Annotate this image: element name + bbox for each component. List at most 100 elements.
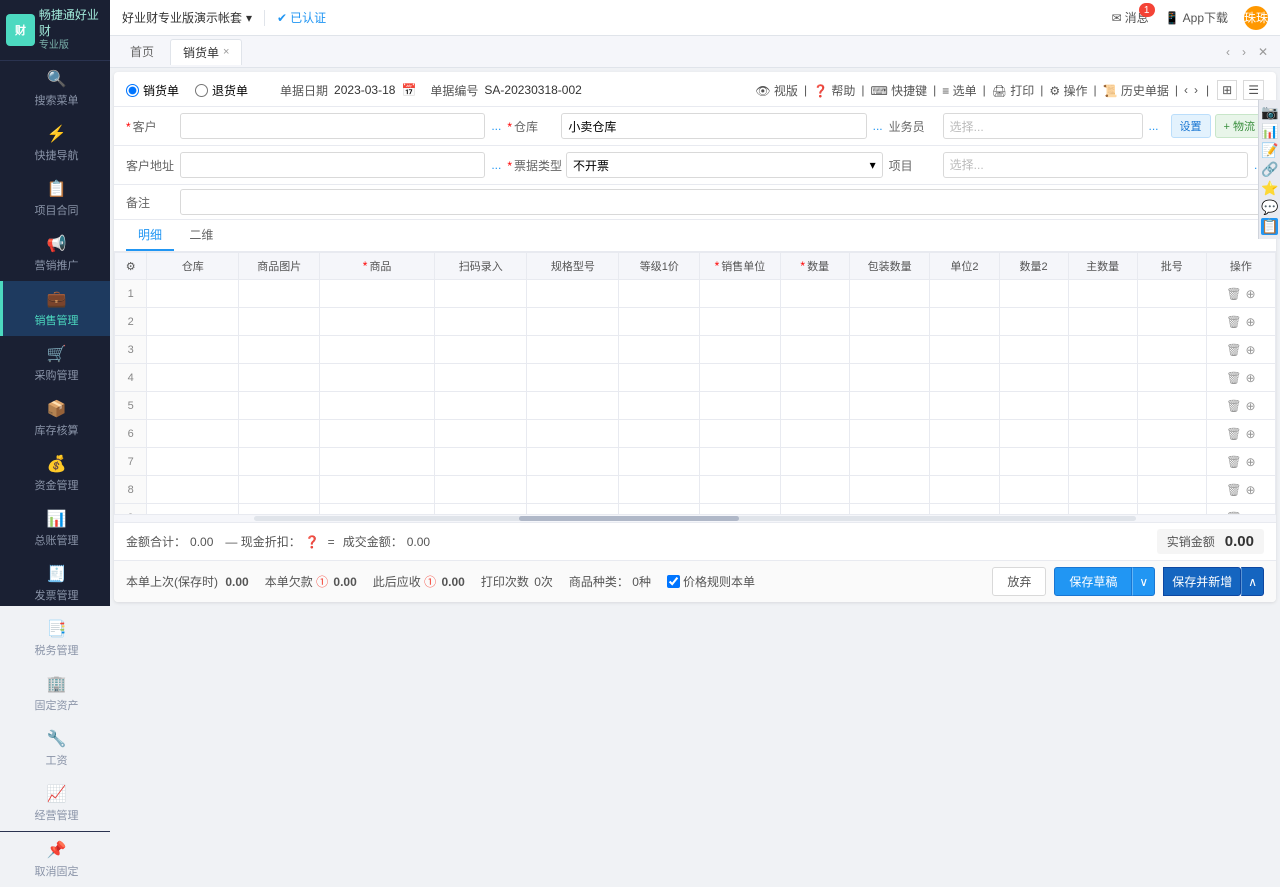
copy-row-btn[interactable]: ⊕ — [1245, 315, 1255, 329]
th-batch: 批号 — [1137, 253, 1206, 280]
radio-sale[interactable]: 销货单 — [126, 82, 179, 99]
warehouse-input[interactable]: 小卖仓库 — [561, 113, 866, 139]
remark-input[interactable] — [180, 189, 1264, 215]
sidebar-item-invoice[interactable]: 🧾 发票管理 — [0, 556, 110, 611]
right-icon-5[interactable]: ⭐ — [1261, 180, 1278, 197]
copy-row-btn[interactable]: ⊕ — [1245, 483, 1255, 497]
sidebar-item-inventory[interactable]: 📦 库存核算 — [0, 391, 110, 446]
topbar-right: ✉ 1 消息 📱 App下载 珠珠 — [1112, 6, 1268, 30]
tab-close-btn[interactable]: × — [223, 46, 229, 58]
print-count-label: 打印次数 0次 — [481, 573, 553, 590]
tab-next-btn[interactable]: › — [1238, 43, 1250, 61]
right-icon-active[interactable]: 📋 — [1261, 218, 1278, 235]
copy-row-btn[interactable]: ⊕ — [1245, 287, 1255, 301]
company-name: 好业财专业版演示帐套 — [122, 9, 242, 26]
sidebar-item-tax[interactable]: 📑 税务管理 — [0, 611, 110, 666]
right-icon-6[interactable]: 💬 — [1261, 199, 1278, 216]
right-icon-1[interactable]: 📷 — [1261, 104, 1278, 121]
tab-home[interactable]: 首页 — [118, 39, 166, 64]
th-settings[interactable]: ⚙ — [115, 253, 147, 280]
save-draft-btn[interactable]: 保存草稿 — [1054, 567, 1132, 596]
sidebar-item-finance[interactable]: 💰 资金管理 — [0, 446, 110, 501]
history-btn[interactable]: 📜 历史单据 — [1103, 82, 1169, 99]
sidebar-item-marketing[interactable]: 📢 营销推广 — [0, 226, 110, 281]
set-btn[interactable]: 设置 — [1171, 114, 1211, 138]
delete-row-btn[interactable]: 🗑 — [1226, 455, 1241, 469]
sidebar-item-management[interactable]: 📈 经营管理 — [0, 776, 110, 831]
calendar-icon[interactable]: 📅 — [401, 83, 416, 97]
view-btn[interactable]: 👁 视版 — [755, 82, 798, 99]
warehouse-ellipsis-btn[interactable]: ... — [873, 119, 883, 133]
save-new-btn[interactable]: 保存并新增 — [1163, 567, 1241, 596]
delete-row-btn[interactable]: 🗑 — [1226, 315, 1241, 329]
invoice-select[interactable]: 不开票 ▾ — [566, 152, 883, 178]
right-icon-2[interactable]: 📊 — [1261, 123, 1278, 140]
message-btn[interactable]: ✉ 1 消息 — [1112, 9, 1149, 26]
sidebar-item-payroll[interactable]: 🔧 工资 — [0, 721, 110, 776]
tab-prev-btn[interactable]: ‹ — [1222, 43, 1234, 61]
search-icon: 🔍 — [47, 69, 67, 89]
addr-ellipsis-btn[interactable]: ... — [491, 158, 501, 172]
sidebar-item-quicknav[interactable]: ⚡ 快捷导航 — [0, 116, 110, 171]
copy-row-btn[interactable]: ⊕ — [1245, 371, 1255, 385]
sidebar-item-project[interactable]: 📋 项目合同 — [0, 171, 110, 226]
sidebar-item-unpin[interactable]: 📌 取消固定 — [0, 832, 110, 887]
delete-row-btn[interactable]: 🗑 — [1226, 371, 1241, 385]
tab-2d[interactable]: 二维 — [177, 220, 225, 251]
inventory-icon: 📦 — [47, 399, 67, 419]
payroll-icon: 🔧 — [47, 729, 67, 749]
amount-label: 金额合计： — [126, 533, 186, 550]
price-rule-checkbox[interactable]: 价格规则本单 — [667, 573, 755, 590]
save-draft-wrap: 保存草稿 ∨ — [1054, 567, 1155, 596]
copy-row-btn[interactable]: ⊕ — [1245, 427, 1255, 441]
app-download-btn[interactable]: 📱 App下载 — [1165, 9, 1228, 26]
save-draft-dropdown-btn[interactable]: ∨ — [1132, 567, 1155, 596]
doc-no-value: SA-20230318-002 — [484, 83, 581, 97]
customer-input[interactable] — [180, 113, 485, 139]
customer-ellipsis-btn[interactable]: ... — [491, 119, 501, 133]
sidebar-item-fixed-assets[interactable]: 🏢 固定资产 — [0, 666, 110, 721]
sidebar-item-search[interactable]: 🔍 搜索菜单 — [0, 61, 110, 116]
tab-detail[interactable]: 明细 — [126, 220, 174, 251]
sidebar-logo: 财 畅捷通好业财 专业版 — [0, 0, 110, 61]
help-icon[interactable]: ❓ — [305, 535, 320, 549]
copy-row-btn[interactable]: ⊕ — [1245, 399, 1255, 413]
save-new-dropdown-btn[interactable]: ∧ — [1241, 567, 1264, 596]
right-icon-3[interactable]: 📝 — [1261, 142, 1278, 159]
tab-close-all-btn[interactable]: ✕ — [1254, 43, 1272, 61]
grid-view-btn[interactable]: ⊞ — [1217, 80, 1237, 100]
delete-row-btn[interactable]: 🗑 — [1226, 483, 1241, 497]
right-icon-4[interactable]: 🔗 — [1261, 161, 1278, 178]
delete-row-btn[interactable]: 🗑 — [1226, 343, 1241, 357]
prev-doc-btn[interactable]: ‹ — [1184, 83, 1188, 97]
list-view-btn[interactable]: ☰ — [1243, 80, 1264, 100]
print-btn[interactable]: 🖨 打印 — [992, 82, 1035, 99]
horizontal-scrollbar[interactable] — [114, 514, 1276, 522]
salesperson-input[interactable]: 选择... — [943, 113, 1143, 139]
delete-row-btn[interactable]: 🗑 — [1226, 427, 1241, 441]
sidebar-item-purchase[interactable]: 🛒 采购管理 — [0, 336, 110, 391]
user-avatar[interactable]: 珠珠 — [1244, 6, 1268, 30]
operation-btn[interactable]: ⚙ 操作 — [1049, 82, 1087, 99]
sidebar-item-sales[interactable]: 💼 销售管理 — [0, 281, 110, 336]
abandon-btn[interactable]: 放弃 — [992, 567, 1046, 596]
radio-return[interactable]: 退货单 — [195, 82, 248, 99]
th-scan[interactable]: 扫码录入 — [435, 253, 527, 280]
help-btn[interactable]: ❓ 帮助 — [813, 82, 855, 99]
shortcut-btn[interactable]: ⌨ 快捷键 — [870, 82, 927, 99]
tab-sales-order[interactable]: 销货单 × — [170, 39, 242, 65]
customer-addr-input[interactable] — [180, 152, 485, 178]
add-stock-btn[interactable]: + 物流 — [1215, 114, 1264, 138]
company-selector[interactable]: 好业财专业版演示帐套 ▾ — [122, 9, 252, 26]
next-doc-btn[interactable]: › — [1194, 83, 1198, 97]
delete-row-btn[interactable]: 🗑 — [1226, 287, 1241, 301]
scroll-thumb[interactable] — [519, 516, 740, 521]
delete-row-btn[interactable]: 🗑 — [1226, 399, 1241, 413]
sales-icon: 💼 — [47, 289, 67, 309]
select-btn[interactable]: ≡ 选单 — [942, 82, 976, 99]
project-input[interactable]: 选择... — [943, 152, 1248, 178]
copy-row-btn[interactable]: ⊕ — [1245, 343, 1255, 357]
copy-row-btn[interactable]: ⊕ — [1245, 455, 1255, 469]
sidebar-item-ledger[interactable]: 📊 总账管理 — [0, 501, 110, 556]
salesperson-ellipsis-btn[interactable]: ... — [1149, 119, 1159, 133]
